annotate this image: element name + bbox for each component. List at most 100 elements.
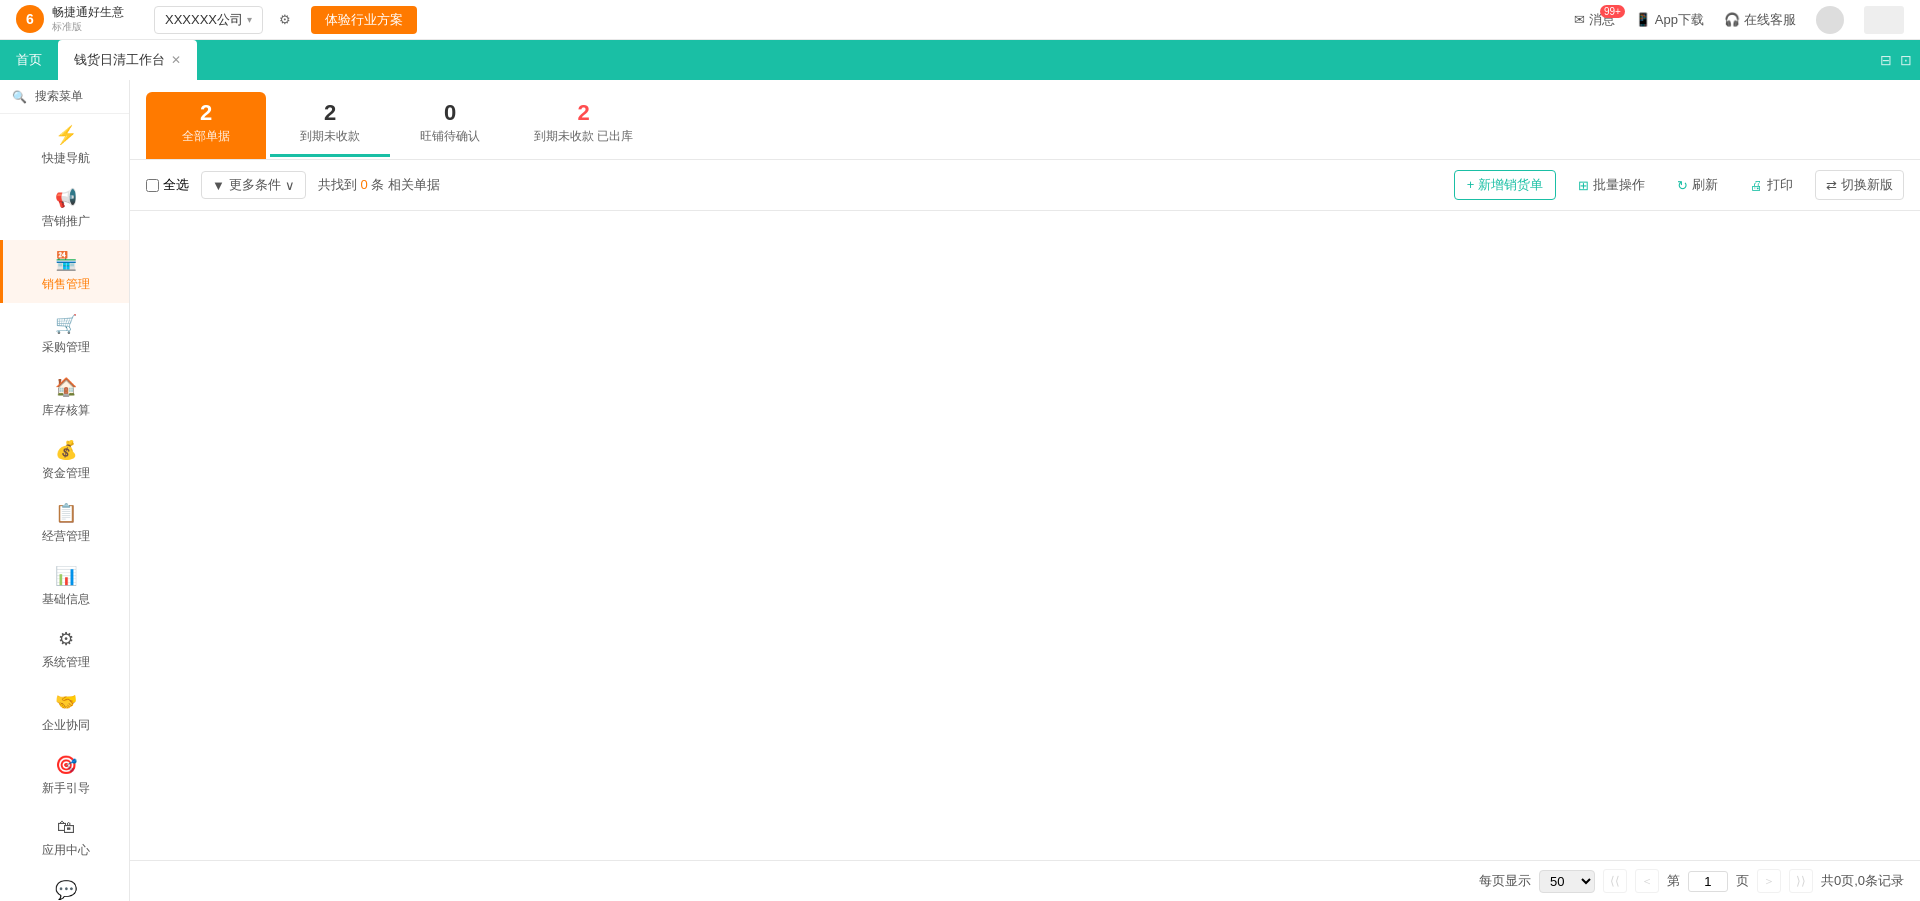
last-page-button[interactable]: ⟩⟩ bbox=[1789, 869, 1813, 893]
search-icon: 🔍 bbox=[12, 90, 27, 104]
filter-button[interactable]: ▼ 更多条件 ∨ bbox=[201, 171, 306, 199]
tab-workbench[interactable]: 钱货日清工作台 ✕ bbox=[58, 40, 197, 80]
sidebar-item-sales-label: 销售管理 bbox=[42, 276, 90, 293]
found-text: 共找到 0 条 相关单据 bbox=[318, 176, 440, 194]
first-page-button[interactable]: ⟨⟨ bbox=[1603, 869, 1627, 893]
main-content: 2 全部单据 2 到期未收款 0 旺铺待确认 2 到期未收款 已出库 bbox=[130, 80, 1920, 901]
operations-icon: 📋 bbox=[55, 502, 77, 524]
switch-icon: ⇄ bbox=[1826, 178, 1837, 193]
stats-tabs: 2 全部单据 2 到期未收款 0 旺铺待确认 2 到期未收款 已出库 bbox=[130, 80, 1920, 160]
select-all-checkbox[interactable]: 全选 bbox=[146, 176, 189, 194]
sidebar-item-base-label: 基础信息 bbox=[42, 591, 90, 608]
app-download-button[interactable]: 📱 App下载 bbox=[1635, 11, 1704, 29]
sidebar-item-quicknav[interactable]: ⚡ 快捷导航 bbox=[0, 114, 129, 177]
sidebar-item-base[interactable]: 📊 基础信息 bbox=[0, 555, 129, 618]
stat-count-pending: 0 bbox=[444, 100, 456, 126]
chevron-down-icon: ▾ bbox=[247, 14, 252, 25]
print-icon: 🖨 bbox=[1750, 178, 1763, 193]
sidebar-item-operations-label: 经营管理 bbox=[42, 528, 90, 545]
enterprise-icon: 🤝 bbox=[55, 691, 77, 713]
app-download-label: App下载 bbox=[1655, 11, 1704, 29]
tab-home[interactable]: 首页 bbox=[0, 40, 58, 80]
sidebar-item-marketing-label: 营销推广 bbox=[42, 213, 90, 230]
refresh-label: 刷新 bbox=[1692, 176, 1718, 194]
sidebar-item-guide[interactable]: 🎯 新手引导 bbox=[0, 744, 129, 807]
sidebar-item-system[interactable]: ⚙ 系统管理 bbox=[0, 618, 129, 681]
online-service-button[interactable]: 🎧 在线客服 bbox=[1724, 11, 1796, 29]
stat-count-overdue: 2 bbox=[324, 100, 336, 126]
trial-button[interactable]: 体验行业方案 bbox=[311, 6, 417, 34]
stat-tab-shipped[interactable]: 2 到期未收款 已出库 bbox=[510, 92, 657, 159]
found-count: 0 bbox=[361, 177, 368, 192]
sidebar: 🔍 搜索菜单 ⚡ 快捷导航 📢 营销推广 🏪 销售管理 🛒 采购管理 🏠 库存核… bbox=[0, 80, 130, 901]
filter-icon: ▼ bbox=[212, 178, 225, 193]
tab-bar-actions: ⊟ ⊡ bbox=[1880, 52, 1920, 68]
purchase-icon: 🛒 bbox=[55, 313, 77, 335]
sidebar-item-quicknav-label: 快捷导航 bbox=[42, 150, 90, 167]
sidebar-item-sales[interactable]: 🏪 销售管理 bbox=[0, 240, 129, 303]
page-label: 第 bbox=[1667, 872, 1680, 890]
sidebar-item-operations[interactable]: 📋 经营管理 bbox=[0, 492, 129, 555]
messages-badge: 99+ bbox=[1600, 5, 1625, 18]
sidebar-item-finance[interactable]: 💰 资金管理 bbox=[0, 429, 129, 492]
switch-label: 切换新版 bbox=[1841, 176, 1893, 194]
tab-minimize-button[interactable]: ⊟ bbox=[1880, 52, 1892, 68]
settings-button[interactable]: ⚙ bbox=[271, 6, 299, 34]
search-menu-button[interactable]: 🔍 搜索菜单 bbox=[0, 80, 129, 114]
stat-count-all: 2 bbox=[200, 100, 212, 126]
total-records-label: 共0页,0条记录 bbox=[1821, 872, 1904, 890]
tab-maximize-button[interactable]: ⊡ bbox=[1900, 52, 1912, 68]
sidebar-item-finance-label: 资金管理 bbox=[42, 465, 90, 482]
online-service-label: 在线客服 bbox=[1744, 11, 1796, 29]
download-icon: 📱 bbox=[1635, 12, 1651, 27]
sidebar-item-marketing[interactable]: 📢 营销推广 bbox=[0, 177, 129, 240]
stat-label-pending: 旺铺待确认 bbox=[420, 128, 480, 145]
header-right: ✉ 消息 99+ 📱 App下载 🎧 在线客服 bbox=[1574, 6, 1904, 34]
switch-version-button[interactable]: ⇄ 切换新版 bbox=[1815, 170, 1904, 200]
batch-operations-button[interactable]: ⊞ 批量操作 bbox=[1568, 171, 1655, 199]
wechat-icon: 💬 bbox=[55, 879, 77, 901]
sidebar-item-system-label: 系统管理 bbox=[42, 654, 90, 671]
search-menu-label: 搜索菜单 bbox=[35, 88, 83, 105]
refresh-button[interactable]: ↻ 刷新 bbox=[1667, 171, 1728, 199]
avatar[interactable] bbox=[1816, 6, 1844, 34]
tab-bar: 首页 钱货日清工作台 ✕ ⊟ ⊡ bbox=[0, 40, 1920, 80]
sidebar-item-enterprise[interactable]: 🤝 企业协同 bbox=[0, 681, 129, 744]
page-suffix: 页 bbox=[1736, 872, 1749, 890]
prev-page-button[interactable]: ＜ bbox=[1635, 869, 1659, 893]
pagination-bar: 每页显示 50 10 20 100 ⟨⟨ ＜ 第 页 ＞ ⟩⟩ 共0页,0条记录 bbox=[130, 860, 1920, 901]
select-all-input[interactable] bbox=[146, 179, 159, 192]
stat-tab-pending[interactable]: 0 旺铺待确认 bbox=[390, 92, 510, 159]
finance-icon: 💰 bbox=[55, 439, 77, 461]
per-page-label: 每页显示 bbox=[1479, 872, 1531, 890]
sidebar-item-purchase[interactable]: 🛒 采购管理 bbox=[0, 303, 129, 366]
stat-count-shipped: 2 bbox=[578, 100, 590, 126]
chevron-filter-icon: ∨ bbox=[285, 178, 295, 193]
base-icon: 📊 bbox=[55, 565, 77, 587]
sidebar-item-purchase-label: 采购管理 bbox=[42, 339, 90, 356]
messages-button[interactable]: ✉ 消息 99+ bbox=[1574, 11, 1615, 29]
message-icon: ✉ bbox=[1574, 12, 1585, 27]
stat-label-overdue: 到期未收款 bbox=[300, 128, 360, 145]
marketing-icon: 📢 bbox=[55, 187, 77, 209]
per-page-select[interactable]: 50 10 20 100 bbox=[1539, 870, 1595, 893]
user-name-area[interactable] bbox=[1864, 6, 1904, 34]
toolbar: 全选 ▼ 更多条件 ∨ 共找到 0 条 相关单据 + 新增销货单 ⊞ bbox=[130, 160, 1920, 211]
company-selector[interactable]: XXXXXX公司 ▾ bbox=[154, 6, 263, 34]
print-button[interactable]: 🖨 打印 bbox=[1740, 171, 1803, 199]
sidebar-item-enterprise-label: 企业协同 bbox=[42, 717, 90, 734]
sidebar-item-wechat[interactable]: 💬 企业微信 bbox=[0, 869, 129, 901]
top-header: 6 畅捷通好生意 标准版 XXXXXX公司 ▾ ⚙ 体验行业方案 ✉ 消息 99… bbox=[0, 0, 1920, 40]
stat-tab-overdue[interactable]: 2 到期未收款 bbox=[270, 92, 390, 159]
table-area bbox=[130, 211, 1920, 860]
toolbar-right: + 新增销货单 ⊞ 批量操作 ↻ 刷新 🖨 打印 ⇄ 切换新版 bbox=[1454, 170, 1904, 200]
page-number-input[interactable] bbox=[1688, 871, 1728, 892]
sidebar-item-appstore[interactable]: 🛍 应用中心 bbox=[0, 807, 129, 869]
guide-icon: 🎯 bbox=[55, 754, 77, 776]
tab-close-icon[interactable]: ✕ bbox=[171, 53, 181, 67]
logo-text: 畅捷通好生意 bbox=[52, 5, 124, 19]
add-order-button[interactable]: + 新增销货单 bbox=[1454, 170, 1556, 200]
sidebar-item-inventory[interactable]: 🏠 库存核算 bbox=[0, 366, 129, 429]
next-page-button[interactable]: ＞ bbox=[1757, 869, 1781, 893]
stat-tab-all[interactable]: 2 全部单据 bbox=[146, 92, 266, 159]
